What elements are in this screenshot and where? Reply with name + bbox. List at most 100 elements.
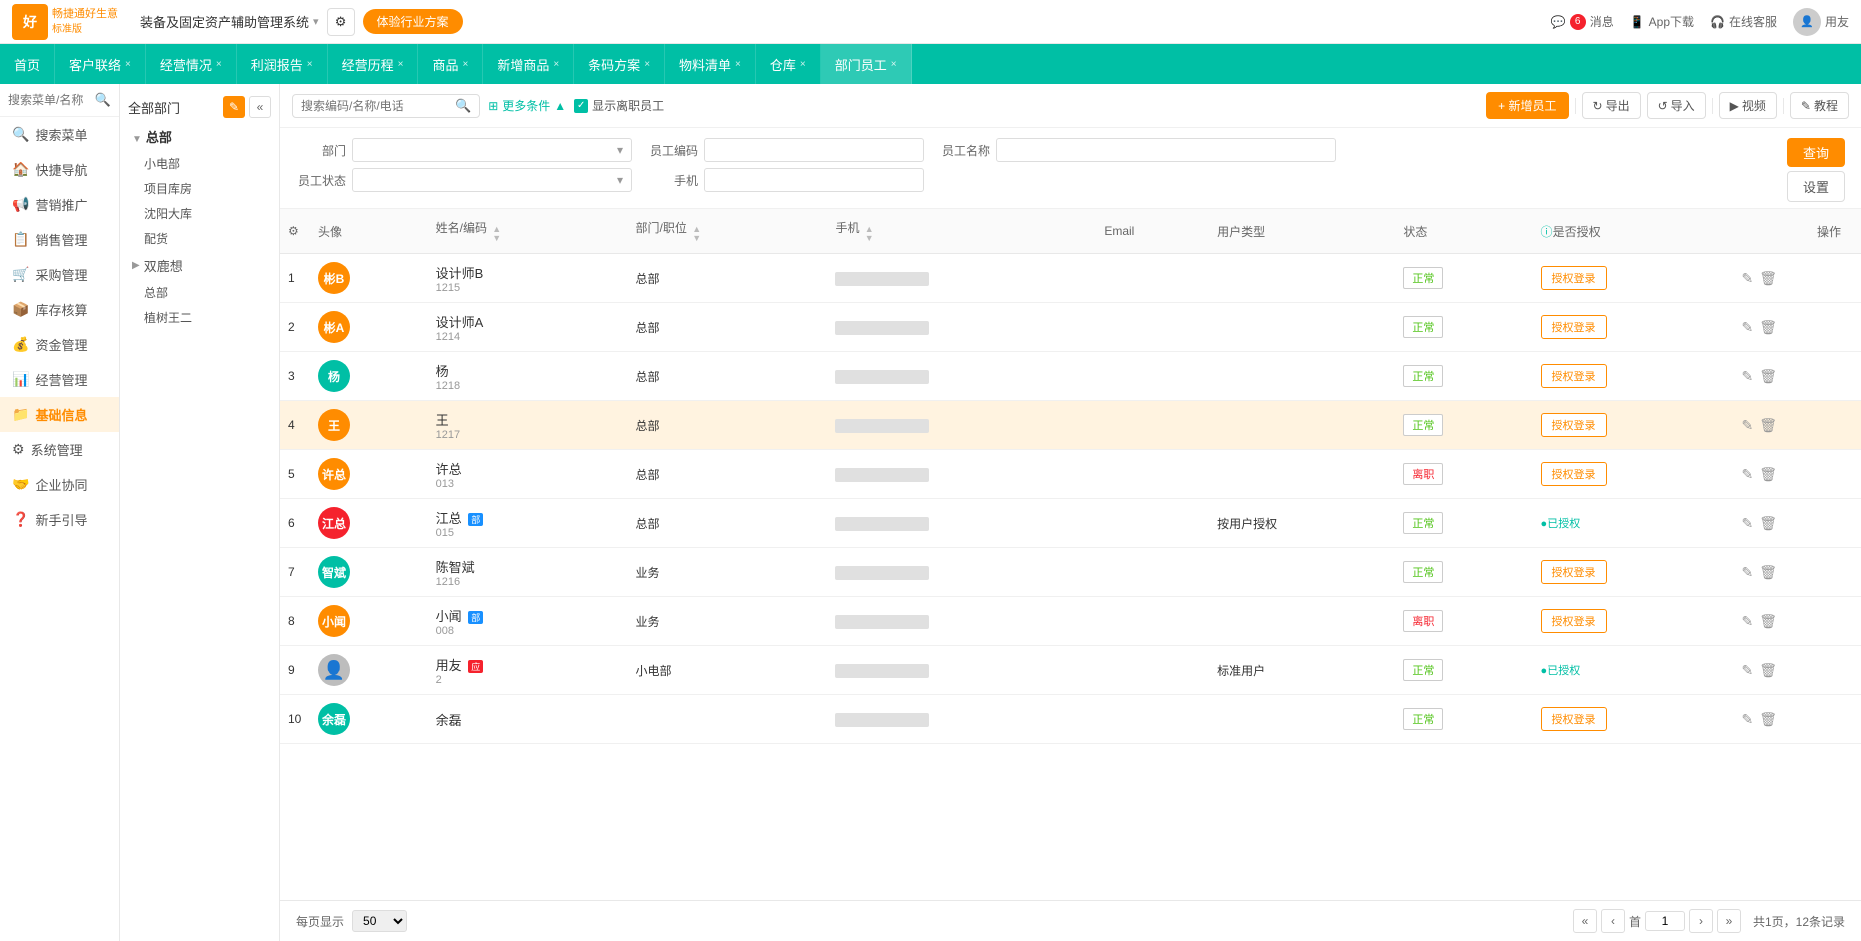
more-filters-btn[interactable]: ⊞ 更多条件 ▲ (488, 97, 566, 114)
edit-row-icon[interactable]: ✎ (1741, 466, 1753, 483)
edit-row-icon[interactable]: ✎ (1741, 515, 1753, 532)
nav-tab-利润报告[interactable]: 利润报告 × (237, 44, 328, 84)
close-tab-icon[interactable]: × (398, 59, 404, 70)
edit-row-icon[interactable]: ✎ (1741, 613, 1753, 630)
close-tab-icon[interactable]: × (735, 59, 741, 70)
sidebar-item-资金管理[interactable]: 💰 资金管理 (0, 327, 119, 362)
app-download-item[interactable]: 📱 App下载 (1630, 13, 1694, 30)
tutorial-btn[interactable]: ✎ 教程 (1790, 92, 1849, 119)
edit-row-icon[interactable]: ✎ (1741, 662, 1753, 679)
edit-row-icon[interactable]: ✎ (1741, 564, 1753, 581)
tree-node-xiangmukufang[interactable]: 项目库房 (120, 176, 279, 201)
sidebar-item-基础信息[interactable]: 📁 基础信息 (0, 397, 119, 432)
search-input[interactable] (301, 99, 451, 113)
delete-row-icon[interactable]: 🗑 (1759, 368, 1777, 385)
delete-row-icon[interactable]: 🗑 (1759, 711, 1777, 728)
nav-tab-商品[interactable]: 商品 × (418, 44, 483, 84)
edit-row-icon[interactable]: ✎ (1741, 319, 1753, 336)
tree-node-xiaodianbu[interactable]: 小电部 (120, 151, 279, 176)
edit-row-icon[interactable]: ✎ (1741, 417, 1753, 434)
close-tab-icon[interactable]: × (800, 59, 806, 70)
delete-row-icon[interactable]: 🗑 (1759, 466, 1777, 483)
nav-tab-首页[interactable]: 首页 (0, 44, 55, 84)
page-input[interactable] (1645, 911, 1685, 931)
close-tab-icon[interactable]: × (891, 59, 897, 70)
message-item[interactable]: 💬 6 消息 (1551, 13, 1614, 30)
sidebar-item-销售管理[interactable]: 📋 销售管理 (0, 222, 119, 257)
close-tab-icon[interactable]: × (462, 59, 468, 70)
nav-tab-经营情况[interactable]: 经营情况 × (146, 44, 237, 84)
nav-tab-仓库[interactable]: 仓库 × (756, 44, 821, 84)
col-dept[interactable]: 部门/职位 ▲▼ (628, 209, 828, 254)
col-name[interactable]: 姓名/编码 ▲▼ (428, 209, 628, 254)
delete-row-icon[interactable]: 🗑 (1759, 613, 1777, 630)
add-employee-btn[interactable]: + 新增员工 (1486, 92, 1568, 119)
edit-row-icon[interactable]: ✎ (1741, 368, 1753, 385)
emp-name-input[interactable] (996, 138, 1336, 162)
sidebar-item-企业协同[interactable]: 🤝 企业协同 (0, 467, 119, 502)
query-btn[interactable]: 查询 (1787, 138, 1845, 167)
sidebar-item-系统管理[interactable]: ⚙ 系统管理 (0, 432, 119, 467)
sidebar-item-营销推广[interactable]: 📢 营销推广 (0, 187, 119, 222)
nav-tab-客户联络[interactable]: 客户联络 × (55, 44, 146, 84)
auth-btn[interactable]: 授权登录 (1541, 707, 1607, 731)
tree-node-peihuo[interactable]: 配货 (120, 226, 279, 251)
last-page-btn[interactable]: » (1717, 909, 1741, 933)
delete-row-icon[interactable]: 🗑 (1759, 662, 1777, 679)
delete-row-icon[interactable]: 🗑 (1759, 417, 1777, 434)
edit-row-icon[interactable]: ✎ (1741, 711, 1753, 728)
nav-tab-部门员工[interactable]: 部门员工 × (821, 44, 912, 84)
tree-node-zongbu[interactable]: 总部 (120, 280, 279, 305)
sidebar-search-input[interactable] (8, 93, 91, 107)
nav-tab-物料清单[interactable]: 物料清单 × (665, 44, 756, 84)
tree-node-zhishuwanger[interactable]: 植树王二 (120, 305, 279, 330)
online-service-item[interactable]: 🎧 在线客服 (1710, 13, 1777, 30)
delete-row-icon[interactable]: 🗑 (1759, 319, 1777, 336)
auth-btn[interactable]: 授权登录 (1541, 266, 1607, 290)
auth-btn[interactable]: 授权登录 (1541, 413, 1607, 437)
gear-button[interactable]: ⚙ (327, 8, 355, 36)
view-btn[interactable]: ▶ 视频 (1719, 92, 1777, 119)
sidebar-item-采购管理[interactable]: 🛒 采购管理 (0, 257, 119, 292)
trial-button[interactable]: 体验行业方案 (363, 9, 463, 34)
emp-code-input[interactable] (704, 138, 924, 162)
sidebar-item-新手引导[interactable]: ❓ 新手引导 (0, 502, 119, 537)
auth-btn[interactable]: 授权登录 (1541, 609, 1607, 633)
prev-page-btn[interactable]: ‹ (1601, 909, 1625, 933)
nav-tab-经营历程[interactable]: 经营历程 × (328, 44, 419, 84)
title-dropdown-arrow[interactable]: ▾ (313, 15, 319, 28)
col-settings[interactable]: ⚙ (280, 209, 310, 254)
first-page-btn[interactable]: « (1573, 909, 1597, 933)
sidebar-item-库存核算[interactable]: 📦 库存核算 (0, 292, 119, 327)
delete-row-icon[interactable]: 🗑 (1759, 564, 1777, 581)
tree-add-btn[interactable]: ✎ (223, 96, 245, 118)
setting-btn[interactable]: 设置 (1787, 171, 1845, 202)
export-btn[interactable]: ↻ 导出 (1582, 92, 1641, 119)
next-page-btn[interactable]: › (1689, 909, 1713, 933)
import-btn[interactable]: ↺ 导入 (1647, 92, 1706, 119)
phone-input[interactable] (704, 168, 924, 192)
tree-collapse-btn[interactable]: « (249, 96, 271, 118)
auth-btn[interactable]: 授权登录 (1541, 315, 1607, 339)
delete-row-icon[interactable]: 🗑 (1759, 270, 1777, 287)
auth-btn[interactable]: 授权登录 (1541, 364, 1607, 388)
sidebar-item-搜索菜单[interactable]: 🔍 搜索菜单 (0, 117, 119, 152)
close-tab-icon[interactable]: × (644, 59, 650, 70)
tree-node-shuangluxiang[interactable]: ▶双鹿想 (120, 251, 279, 280)
edit-row-icon[interactable]: ✎ (1741, 270, 1753, 287)
sidebar-item-经营管理[interactable]: 📊 经营管理 (0, 362, 119, 397)
nav-tab-条码方案[interactable]: 条码方案 × (574, 44, 665, 84)
close-tab-icon[interactable]: × (307, 59, 313, 70)
user-item[interactable]: 👤 用友 (1793, 8, 1849, 36)
sidebar-item-快捷导航[interactable]: 🏠 快捷导航 (0, 152, 119, 187)
emp-status-select[interactable]: ▾ (352, 168, 632, 192)
dept-select[interactable]: ▾ (352, 138, 632, 162)
per-page-select[interactable]: 50 100 (352, 910, 407, 932)
auth-btn[interactable]: 授权登录 (1541, 560, 1607, 584)
show-resigned-toggle[interactable]: ✓ 显示离职员工 (574, 97, 664, 114)
close-tab-icon[interactable]: × (216, 59, 222, 70)
close-tab-icon[interactable]: × (553, 59, 559, 70)
delete-row-icon[interactable]: 🗑 (1759, 515, 1777, 532)
tree-node-shenyangdaku[interactable]: 沈阳大库 (120, 201, 279, 226)
col-phone[interactable]: 手机 ▲▼ (827, 209, 1096, 254)
